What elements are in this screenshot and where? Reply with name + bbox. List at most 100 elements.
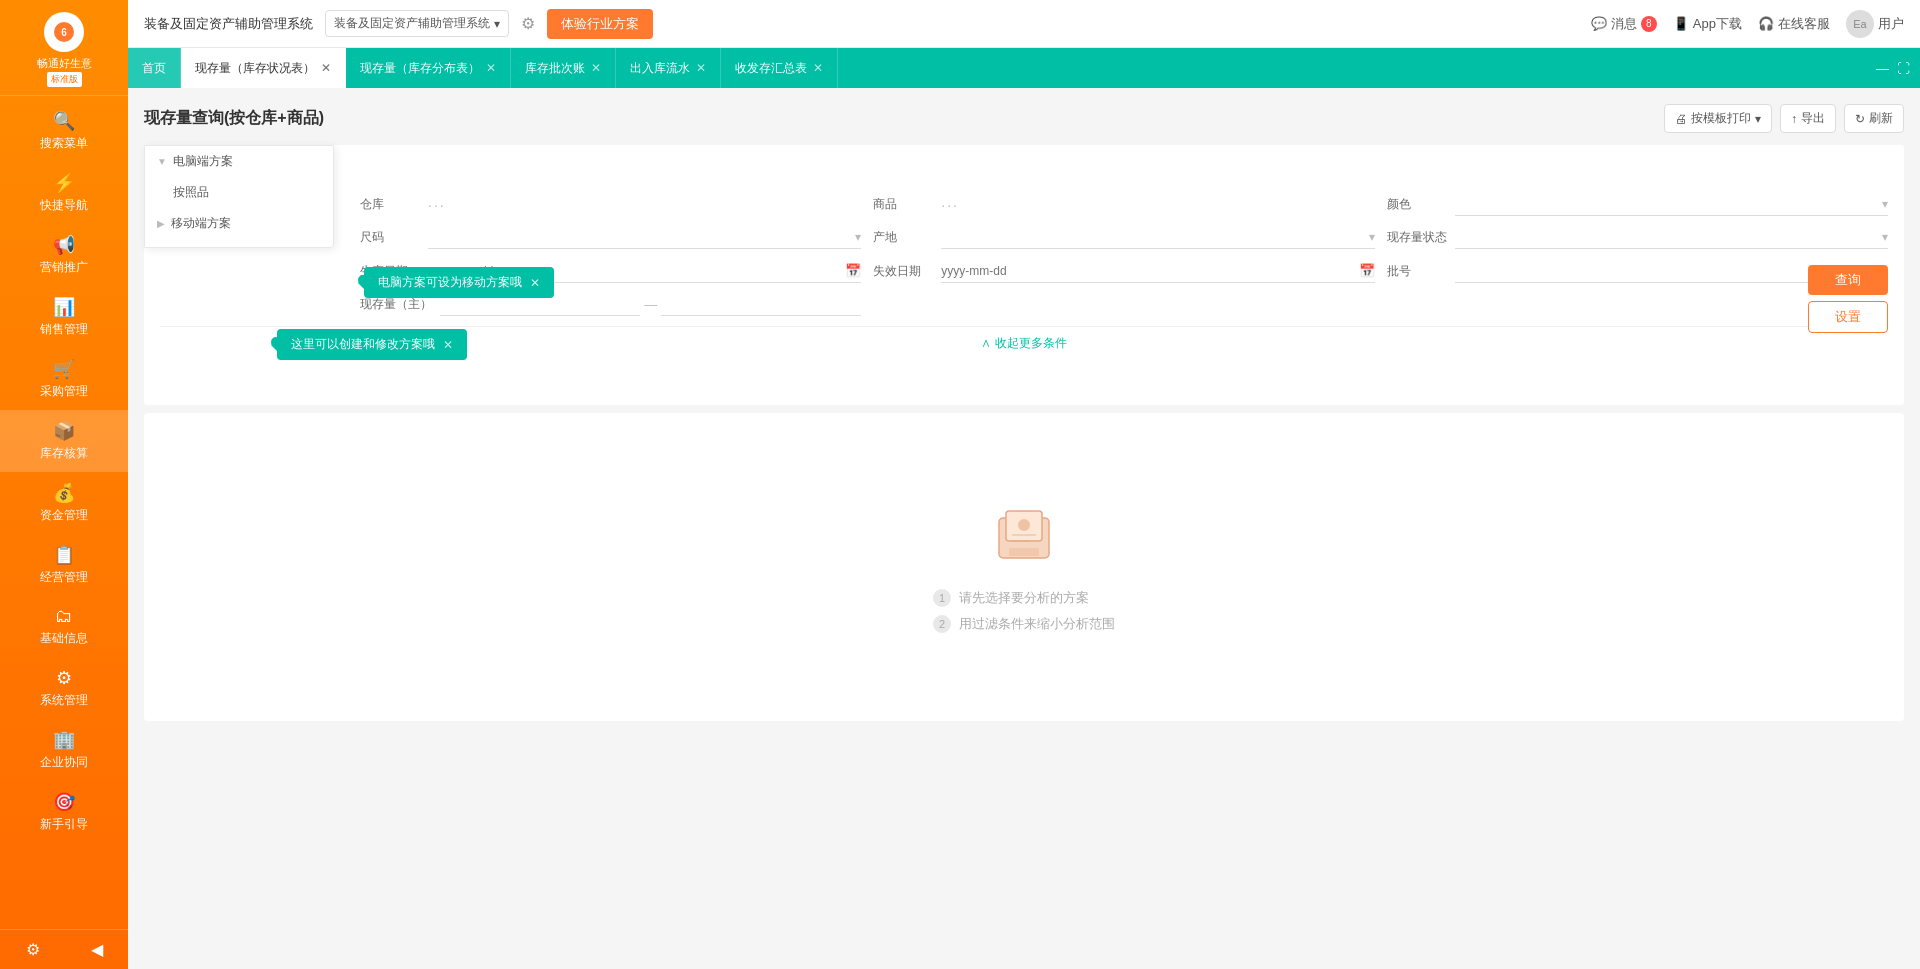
notifications-btn[interactable]: 💬 消息 8 [1591,15,1657,33]
calendar-icon[interactable]: 📅 [845,263,861,278]
topbar-system-select[interactable]: 装备及固定资产辅助管理系统 ▾ [325,10,509,37]
app-download-label: App下载 [1693,15,1742,33]
tab-batch-account-label: 库存批次账 [525,60,585,77]
tab-inventory-dist[interactable]: 现存量（库存分布表） ✕ [346,48,511,88]
app-download-btn[interactable]: 📱 App下载 [1673,15,1742,33]
tip-num-2: 2 [933,615,951,633]
search-button[interactable]: 查询 [1808,265,1888,295]
chevron-down-icon: ▼ [157,156,167,167]
sidebar-item-guide[interactable]: 🎯 新手引导 [0,781,128,843]
stock-status-select[interactable]: ▾ [1455,226,1888,249]
scheme-pc[interactable]: ▼ 电脑端方案 [145,146,333,177]
calendar-icon[interactable]: 📅 [1359,263,1375,278]
page-actions: 🖨 按模板打印 ▾ ↑ 导出 ↻ 刷新 [1664,104,1904,133]
collapse-label: 收起更多条件 [995,336,1067,350]
tooltip-pc-scheme: 电脑方案可设为移动方案哦 ✕ [364,267,554,298]
goods-dots[interactable]: ··· [941,197,959,213]
warehouse-dots[interactable]: ··· [428,197,446,213]
tab-batch-account-close[interactable]: ✕ [591,61,601,75]
print-button[interactable]: 🖨 按模板打印 ▾ [1664,104,1772,133]
logo-icon: 6 [44,12,84,52]
main-area: 装备及固定资产辅助管理系统 装备及固定资产辅助管理系统 ▾ ⚙ 体验行业方案 💬… [128,0,1920,969]
page-header: 现存量查询(按仓库+商品) 🖨 按模板打印 ▾ ↑ 导出 ↻ 刷新 [144,104,1904,133]
print-icon: 🖨 [1675,112,1687,126]
sidebar-item-label: 销售管理 [40,321,88,338]
export-button[interactable]: ↑ 导出 [1780,104,1836,133]
sidebar-item-search-menu[interactable]: 🔍 搜索菜单 [0,100,128,162]
tooltip-create-scheme: 这里可以创建和修改方案哦 ✕ [277,329,467,360]
expire-date-wrap: 📅 [941,259,1374,283]
sidebar-item-sales[interactable]: 📊 销售管理 [0,286,128,348]
warehouse-label: 仓库 [360,196,420,213]
tab-inventory-dist-close[interactable]: ✕ [486,61,496,75]
sidebar-item-label: 经营管理 [40,569,88,586]
tab-inventory-status[interactable]: 现存量（库存状况表） ✕ [181,48,346,88]
tab-batch-account[interactable]: 库存批次账 ✕ [511,48,616,88]
tooltip-pc-close[interactable]: ✕ [530,276,540,290]
scheme-by-sku[interactable]: 按照品 [145,177,333,208]
tab-inventory-dist-label: 现存量（库存分布表） [360,60,480,77]
sidebar-collapse-btn[interactable]: ◀ [91,940,103,959]
tab-fullscreen-icon[interactable]: ⛶ [1897,61,1910,76]
stock-qty-to[interactable] [661,293,861,316]
origin-select[interactable]: ▾ [941,226,1374,249]
origin-label: 产地 [873,229,933,246]
color-select[interactable]: ▾ [1455,193,1888,216]
refresh-button[interactable]: ↻ 刷新 [1844,104,1904,133]
scheme-mobile-label: 移动端方案 [171,215,231,232]
filter-panel: 按以下方案查询 + ✎ ← ▼ 电脑端方案 按照品 [144,145,1904,405]
sidebar-item-label: 快捷导航 [40,197,88,214]
scheme-mobile[interactable]: ▶ 移动端方案 [145,208,333,239]
size-label: 尺码 [360,229,420,246]
tab-inout-flow-close[interactable]: ✕ [696,61,706,75]
sidebar-item-label: 系统管理 [40,692,88,709]
sales-icon: 📊 [53,296,75,318]
online-support-btn[interactable]: 🎧 在线客服 [1758,15,1830,33]
user-menu[interactable]: Ea 用户 [1846,10,1904,38]
filter-row-2: 尺码 ▾ 产地 ▾ [360,226,1888,249]
size-select[interactable]: ▾ [428,226,861,249]
sidebar-item-operation[interactable]: 📋 经营管理 [0,534,128,596]
sidebar-item-finance[interactable]: 💰 资金管理 [0,472,128,534]
sidebar-item-label: 企业协同 [40,754,88,771]
sidebar-item-quick-nav[interactable]: ⚡ 快捷导航 [0,162,128,224]
stock-qty-label: 现存量（主） [360,296,432,313]
experience-plan-button[interactable]: 体验行业方案 [547,9,653,39]
filter-color: 颜色 ▾ [1387,193,1888,216]
filter-warehouse: 仓库 ··· [360,193,861,216]
tooltip-pc-text: 电脑方案可设为移动方案哦 [378,274,522,291]
search-reset-btns: 查询 设置 [1808,265,1888,333]
logo-text: 畅通好生意 [37,56,92,70]
chevron-down-icon: ▾ [1755,112,1761,126]
chevron-right-icon: ▶ [157,218,165,229]
chevron-down-icon: ▾ [494,17,500,31]
export-icon: ↑ [1791,112,1797,126]
sidebar-item-inventory[interactable]: 📦 库存核算 [0,410,128,472]
sidebar-item-purchase[interactable]: 🛒 采购管理 [0,348,128,410]
sidebar-item-marketing[interactable]: 📢 营销推广 [0,224,128,286]
tab-receive-send-close[interactable]: ✕ [813,61,823,75]
tab-home[interactable]: 首页 [128,48,181,88]
sidebar-item-basic-info[interactable]: 🗂 基础信息 [0,596,128,657]
filter-stock-status: 现存量状态 ▾ [1387,226,1888,249]
sidebar-item-label: 资金管理 [40,507,88,524]
sidebar-item-enterprise[interactable]: 🏢 企业协同 [0,719,128,781]
sidebar-item-system[interactable]: ⚙ 系统管理 [0,657,128,719]
tooltip-create-close[interactable]: ✕ [443,338,453,352]
reset-button[interactable]: 设置 [1808,301,1888,333]
sidebar-item-label: 基础信息 [40,630,88,647]
tab-minimize-icon[interactable]: — [1876,61,1889,76]
sidebar: 6 畅通好生意 标准版 🔍 搜索菜单 ⚡ 快捷导航 📢 营销推广 📊 销售管理 … [0,0,128,969]
expire-date-input[interactable] [941,264,1358,278]
filter-expire-date: 失效日期 📅 [873,259,1374,283]
tab-inout-flow[interactable]: 出入库流水 ✕ [616,48,721,88]
svg-text:6: 6 [61,27,67,38]
filter-size: 尺码 ▾ [360,226,861,249]
filter-row-1: 仓库 ··· 商品 ··· 颜色 ▾ [360,193,1888,216]
operation-icon: 📋 [53,544,75,566]
sidebar-settings-btn[interactable]: ⚙ [26,940,40,959]
topbar-gear-icon[interactable]: ⚙ [521,14,535,33]
sidebar-menu: 🔍 搜索菜单 ⚡ 快捷导航 📢 营销推广 📊 销售管理 🛒 采购管理 📦 库存核… [0,96,128,929]
tab-receive-send[interactable]: 收发存汇总表 ✕ [721,48,838,88]
tab-inventory-status-close[interactable]: ✕ [321,61,331,75]
